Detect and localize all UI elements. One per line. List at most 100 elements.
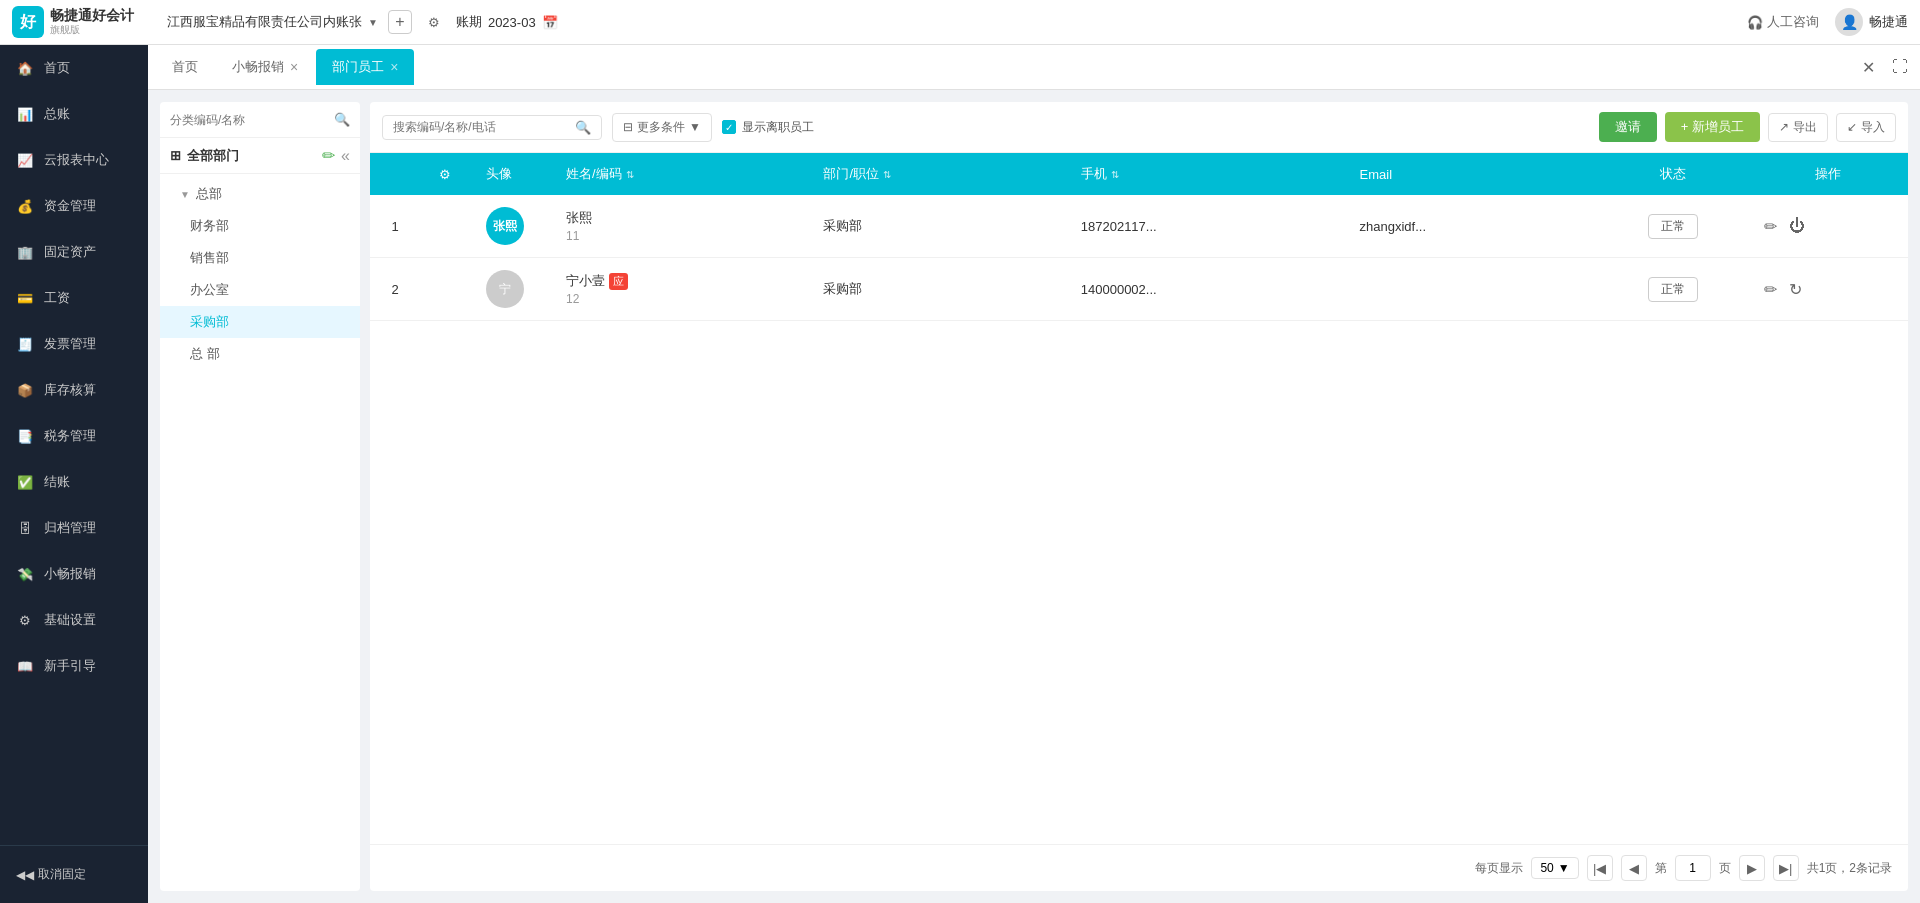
calendar-icon[interactable]: 📅: [542, 15, 558, 30]
prev-page-button[interactable]: ◀: [1621, 855, 1647, 881]
main-layout: 🏠 首页 📊 总账 📈 云报表中心 💰 资金管理 🏢 固定资产 💳 工资 🧾 发…: [0, 45, 1920, 903]
settings-icon[interactable]: ⚙: [422, 10, 446, 34]
total-records-label: 共1页，2条记录: [1807, 860, 1892, 877]
more-filter-button[interactable]: ⊟ 更多条件 ▼: [612, 113, 712, 142]
company-selector[interactable]: 江西服宝精品有限责任公司内账张 ▼: [167, 13, 378, 31]
sidebar-label-inventory: 库存核算: [44, 381, 96, 399]
edit-employee-icon[interactable]: ✏: [1764, 280, 1777, 299]
sidebar-item-home[interactable]: 🏠 首页: [0, 45, 148, 91]
edit-employee-icon[interactable]: ✏: [1764, 217, 1777, 236]
next-page-button[interactable]: ▶: [1739, 855, 1765, 881]
emp-name: 宁小壹: [566, 272, 605, 290]
invite-button[interactable]: 邀请: [1599, 112, 1657, 142]
all-dept-text: 全部部门: [187, 147, 239, 165]
avatar: 张熙: [486, 207, 524, 245]
sidebar-item-assets[interactable]: 🏢 固定资产: [0, 229, 148, 275]
period-label: 账期: [456, 13, 482, 31]
tab-expense[interactable]: 小畅报销 ×: [216, 49, 314, 85]
row1-index: 1: [370, 195, 420, 258]
page-input[interactable]: [1675, 855, 1711, 881]
maximize-window-button[interactable]: ⛶: [1888, 55, 1912, 79]
row2-index: 2: [370, 258, 420, 321]
funds-icon: 💰: [16, 197, 34, 215]
tab-expense-close[interactable]: ×: [290, 59, 298, 75]
emp-code: 12: [566, 292, 791, 306]
settings-side-icon: ⚙: [16, 611, 34, 629]
col-gear[interactable]: ⚙: [420, 153, 470, 195]
col-name-code[interactable]: 姓名/编码 ⇅: [550, 153, 807, 195]
sidebar-item-ledger[interactable]: 📊 总账: [0, 91, 148, 137]
refresh-employee-icon[interactable]: ↻: [1789, 280, 1802, 299]
collapse-icon[interactable]: «: [341, 147, 350, 165]
support-button[interactable]: 🎧 人工咨询: [1747, 13, 1819, 31]
tax-icon: 📑: [16, 427, 34, 445]
import-button[interactable]: ↙ 导入: [1836, 113, 1896, 142]
export-button[interactable]: ↗ 导出: [1768, 113, 1828, 142]
dept-panel: 🔍 ⊞ 全部部门 ✏ « ▼ 总部: [160, 102, 360, 891]
close-window-button[interactable]: ✕: [1856, 55, 1880, 79]
sidebar-label-funds: 资金管理: [44, 197, 96, 215]
last-page-button[interactable]: ▶|: [1773, 855, 1799, 881]
sidebar-item-archive[interactable]: 🗄 归档管理: [0, 505, 148, 551]
reports-icon: 📈: [16, 151, 34, 169]
sidebar-label-assets: 固定资产: [44, 243, 96, 261]
sidebar-item-reports[interactable]: 📈 云报表中心: [0, 137, 148, 183]
ledger-icon: 📊: [16, 105, 34, 123]
col-email: Email: [1344, 153, 1598, 195]
tab-home[interactable]: 首页: [156, 49, 214, 85]
tab-dept-employee-close[interactable]: ×: [390, 59, 398, 75]
per-page-select[interactable]: 50 ▼: [1531, 857, 1578, 879]
dept-tree-item-xiaoshoubu[interactable]: 销售部: [160, 242, 360, 274]
status-badge: 正常: [1648, 277, 1698, 302]
dept-tree-item-zongbu2[interactable]: 总 部: [160, 338, 360, 370]
sidebar-item-expense[interactable]: 💸 小畅报销: [0, 551, 148, 597]
sidebar-item-funds[interactable]: 💰 资金管理: [0, 183, 148, 229]
sidebar-item-settings[interactable]: ⚙ 基础设置: [0, 597, 148, 643]
sidebar-label-reports: 云报表中心: [44, 151, 109, 169]
row1-phone: 187202117...: [1065, 195, 1344, 258]
dept-grid-icon: ⊞: [170, 148, 181, 163]
logout-employee-icon[interactable]: ⏻: [1789, 217, 1805, 235]
dept-search-input[interactable]: [170, 113, 328, 127]
first-page-button[interactable]: |◀: [1587, 855, 1613, 881]
row1-actions: ✏ ⏻: [1748, 195, 1908, 258]
dept-search-icon[interactable]: 🔍: [334, 112, 350, 127]
edit-dept-icon[interactable]: ✏: [322, 146, 335, 165]
dept-xiaoshoubu-label: 销售部: [190, 249, 229, 267]
sidebar-item-guide[interactable]: 📖 新手引导: [0, 643, 148, 689]
dept-tree: ▼ 总部 财务部 销售部 办公室 采购部: [160, 174, 360, 891]
dept-tree-item-caiwubu[interactable]: 财务部: [160, 210, 360, 242]
dept-tree-item-bangongshi[interactable]: 办公室: [160, 274, 360, 306]
dept-all-label[interactable]: ⊞ 全部部门: [170, 147, 239, 165]
sidebar-item-payroll[interactable]: 💳 工资: [0, 275, 148, 321]
per-page-label: 每页显示: [1475, 860, 1523, 877]
sidebar-label-guide: 新手引导: [44, 657, 96, 675]
user-area[interactable]: 👤 畅捷通: [1835, 8, 1908, 36]
chevron-down-icon: ▼: [368, 17, 378, 28]
cancel-fixed-button[interactable]: ◀◀ 取消固定: [0, 856, 148, 893]
sidebar-item-invoice[interactable]: 🧾 发票管理: [0, 321, 148, 367]
add-employee-button[interactable]: + 新增员工: [1665, 112, 1760, 142]
col-phone[interactable]: 手机 ⇅: [1065, 153, 1344, 195]
sidebar-label-closing: 结账: [44, 473, 70, 491]
dept-zongbu-label: 总部: [196, 185, 222, 203]
employee-search-input[interactable]: [393, 120, 569, 134]
dept-tree-item-zongbu[interactable]: ▼ 总部: [160, 178, 360, 210]
show-resign-label: 显示离职员工: [742, 119, 814, 136]
sidebar-item-tax[interactable]: 📑 税务管理: [0, 413, 148, 459]
row2-email: [1344, 258, 1598, 321]
sort-dept-icon: ⇅: [883, 169, 891, 180]
tab-dept-employee[interactable]: 部门员工 ×: [316, 49, 414, 85]
sidebar-item-inventory[interactable]: 📦 库存核算: [0, 367, 148, 413]
avatar: 宁: [486, 270, 524, 308]
dept-tree-item-caigoubu[interactable]: 采购部: [160, 306, 360, 338]
row2-name-code: 宁小壹 应 12: [550, 258, 807, 321]
payroll-icon: 💳: [16, 289, 34, 307]
sidebar-item-closing[interactable]: ✅ 结账: [0, 459, 148, 505]
show-resign-checkbox[interactable]: ✓ 显示离职员工: [722, 119, 814, 136]
inventory-icon: 📦: [16, 381, 34, 399]
col-dept-position[interactable]: 部门/职位 ⇅: [807, 153, 1064, 195]
search-icon[interactable]: 🔍: [575, 120, 591, 135]
add-company-button[interactable]: +: [388, 10, 412, 34]
logo-icon: 好: [12, 6, 44, 38]
